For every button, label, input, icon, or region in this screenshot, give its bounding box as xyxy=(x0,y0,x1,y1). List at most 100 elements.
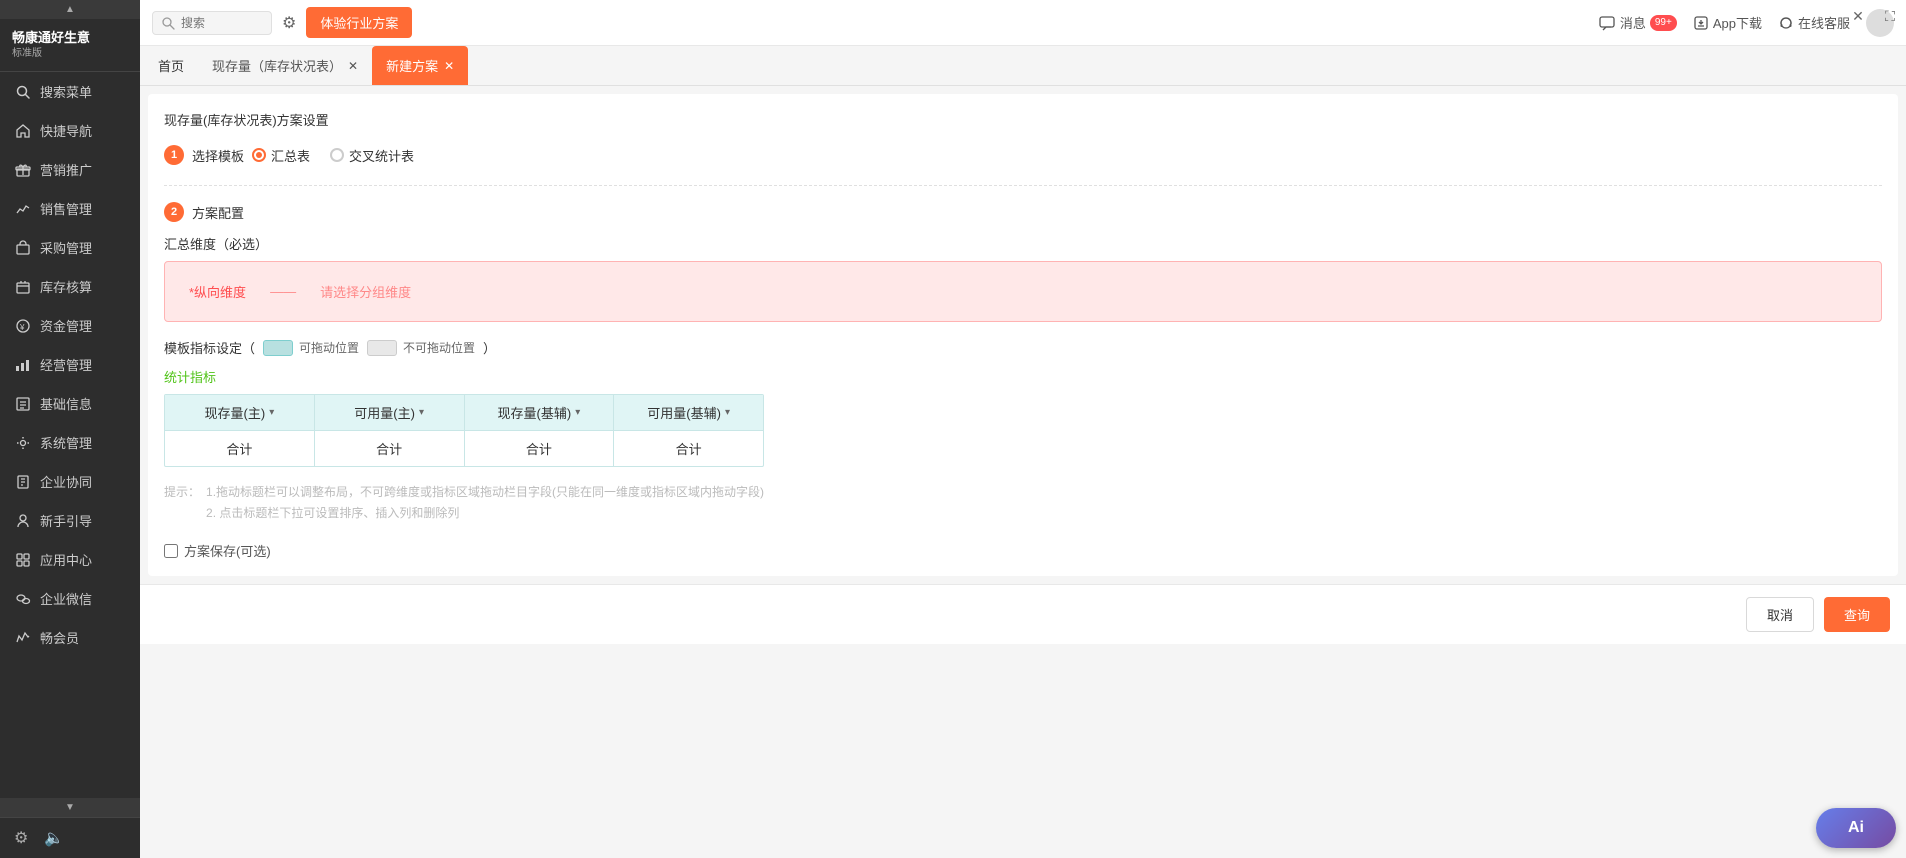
message-icon xyxy=(1598,14,1616,32)
sidebar-item-basic-info[interactable]: 基础信息 xyxy=(0,384,140,423)
sidebar-item-vip[interactable]: 畅会员 xyxy=(0,618,140,657)
tab-new-scheme-label: 新建方案 xyxy=(386,56,438,75)
chevron-down-icon-2[interactable]: ▾ xyxy=(575,407,580,418)
sidebar-scroll-up[interactable]: ▲ xyxy=(0,0,140,19)
sidebar-item-marketing[interactable]: 营销推广 xyxy=(0,150,140,189)
stats-label: 统计指标 xyxy=(164,367,1882,386)
indicator-table: 现存量(主) ▾ 可用量(主) ▾ 现存量(基辅) ▾ 可用量(基辅) xyxy=(164,394,764,467)
tab-home-label: 首页 xyxy=(158,56,184,75)
table-data-cell-2: 合计 xyxy=(465,431,615,466)
tab-inventory-close[interactable]: ✕ xyxy=(348,59,358,73)
save-checkbox[interactable] xyxy=(164,544,178,558)
dimension-box: *纵向维度 —— 请选择分组维度 xyxy=(164,261,1882,322)
search-input[interactable] xyxy=(181,16,261,30)
app-download-btn[interactable]: App下载 xyxy=(1693,13,1762,32)
sidebar-item-label: 库存核算 xyxy=(40,277,92,296)
table-data-cell-0: 合计 xyxy=(165,431,315,466)
sound-icon[interactable]: 🔈 xyxy=(44,828,64,848)
draggable-label: 可拖动位置 xyxy=(299,339,359,356)
message-badge: 99+ xyxy=(1650,15,1677,31)
chevron-down-icon-3[interactable]: ▾ xyxy=(725,407,730,418)
table-header-cell-2[interactable]: 现存量(基辅) ▾ xyxy=(465,395,615,430)
table-data-cell-1: 合计 xyxy=(315,431,465,466)
table-header-cell-0[interactable]: 现存量(主) ▾ xyxy=(165,395,315,430)
tab-new-scheme-close[interactable]: ✕ xyxy=(444,59,454,73)
search-icon xyxy=(161,16,175,30)
table-header-label-1: 可用量(主) xyxy=(354,403,415,422)
radio-summary[interactable]: 汇总表 xyxy=(252,146,310,165)
sidebar-item-system[interactable]: 系统管理 xyxy=(0,423,140,462)
table-data-cell-3: 合计 xyxy=(614,431,763,466)
sidebar-scroll-down[interactable]: ▼ xyxy=(0,798,140,817)
table-header-cell-3[interactable]: 可用量(基辅) ▾ xyxy=(614,395,763,430)
tip-item-0: 1.拖动标题栏可以调整布局，不可跨维度或指标区域拖动栏目字段(只能在同一维度或指… xyxy=(206,483,764,500)
content-wrap: 现存量(库存状况表)方案设置 1 选择模板 汇总表 交叉统计表 xyxy=(148,94,1898,576)
sidebar-item-finance[interactable]: ¥ 资金管理 xyxy=(0,306,140,345)
app-logo: 畅康通好生意 标准版 xyxy=(0,19,140,72)
sidebar-item-inventory[interactable]: 库存核算 xyxy=(0,267,140,306)
indicator-settings: 模板指标设定（ 可拖动位置 不可拖动位置 ） xyxy=(164,338,1882,357)
ai-fab-button[interactable]: Ai xyxy=(1816,808,1896,848)
non-draggable-box xyxy=(367,340,397,356)
headset-icon xyxy=(1778,15,1794,31)
chevron-down-icon-1[interactable]: ▾ xyxy=(419,407,424,418)
messages-btn[interactable]: 消息 99+ xyxy=(1598,13,1677,32)
dimension-select-hint[interactable]: 请选择分组维度 xyxy=(320,282,411,301)
enterprise-icon xyxy=(14,473,32,491)
guide-icon xyxy=(14,512,32,530)
trial-button[interactable]: 体验行业方案 xyxy=(306,7,412,38)
query-button[interactable]: 查询 xyxy=(1824,597,1890,632)
sidebar-item-enterprise[interactable]: 企业协同 xyxy=(0,462,140,501)
sidebar-item-label: 搜索菜单 xyxy=(40,82,92,101)
tab-home[interactable]: 首页 xyxy=(144,46,198,85)
sidebar-item-wechat[interactable]: 企业微信 xyxy=(0,579,140,618)
table-header-label-2: 现存量(基辅) xyxy=(498,403,572,422)
chevron-down-icon-0[interactable]: ▾ xyxy=(269,407,274,418)
sidebar-item-search-menu[interactable]: 搜索菜单 xyxy=(0,72,140,111)
online-service-btn[interactable]: 在线客服 xyxy=(1778,13,1850,32)
sidebar-item-label: 资金管理 xyxy=(40,316,92,335)
main-area: ⚙ 体验行业方案 消息 99+ App下载 在线客服 首页 现存量（库存状况表） xyxy=(140,0,1906,858)
cancel-button[interactable]: 取消 xyxy=(1746,597,1814,632)
sidebar-item-label: 应用中心 xyxy=(40,550,92,569)
tab-inventory-status[interactable]: 现存量（库存状况表） ✕ xyxy=(198,46,372,85)
radio-summary-label: 汇总表 xyxy=(271,146,310,165)
sidebar-item-purchase[interactable]: 采购管理 xyxy=(0,228,140,267)
apps-icon xyxy=(14,551,32,569)
gear-icon[interactable]: ⚙ xyxy=(282,13,296,33)
radio-cross-label: 交叉统计表 xyxy=(349,146,414,165)
indicator-settings-label: 模板指标设定（ xyxy=(164,338,255,357)
search-menu-icon xyxy=(14,83,32,101)
tip-item-1: 2. 点击标题栏下拉可设置排序、插入列和删除列 xyxy=(206,504,459,521)
step1-section: 1 选择模板 汇总表 交叉统计表 xyxy=(164,145,1882,165)
search-box[interactable] xyxy=(152,11,272,35)
sidebar-item-label: 营销推广 xyxy=(40,160,92,179)
step1-title: 选择模板 xyxy=(192,146,244,165)
sidebar-item-label: 经营管理 xyxy=(40,355,92,374)
tab-new-scheme[interactable]: 新建方案 ✕ xyxy=(372,46,468,85)
sidebar-item-quick-nav[interactable]: 快捷导航 xyxy=(0,111,140,150)
sidebar-item-sales[interactable]: 销售管理 xyxy=(0,189,140,228)
non-draggable-label: 不可拖动位置 xyxy=(403,339,475,356)
dimension-required: *纵向维度 xyxy=(189,282,246,301)
topbar: ⚙ 体验行业方案 消息 99+ App下载 在线客服 xyxy=(140,0,1906,46)
tabbar: 首页 现存量（库存状况表） ✕ 新建方案 ✕ ✕ ⛶ xyxy=(140,46,1906,86)
radio-summary-circle xyxy=(252,148,266,162)
page-area: 现存量(库存状况表)方案设置 1 选择模板 汇总表 交叉统计表 xyxy=(140,86,1906,858)
tip-label: 提示： 1.拖动标题栏可以调整布局，不可跨维度或指标区域拖动栏目字段(只能在同一… xyxy=(164,483,1882,500)
expand-btn[interactable]: ⛶ xyxy=(1874,0,1906,32)
page-footer: 取消 查询 xyxy=(140,584,1906,644)
settings-icon[interactable]: ⚙ xyxy=(14,828,28,848)
sidebar-item-app-center[interactable]: 应用中心 xyxy=(0,540,140,579)
radio-cross[interactable]: 交叉统计表 xyxy=(330,146,414,165)
home-icon xyxy=(14,122,32,140)
sidebar-item-label: 快捷导航 xyxy=(40,121,92,140)
sidebar-item-new-guide[interactable]: 新手引导 xyxy=(0,501,140,540)
table-header-label-0: 现存量(主) xyxy=(205,403,266,422)
close-btn[interactable]: ✕ xyxy=(1842,0,1874,32)
legend-non-draggable: 不可拖动位置 xyxy=(367,339,475,356)
dimension-dash: —— xyxy=(270,284,296,299)
table-header-cell-1[interactable]: 可用量(主) ▾ xyxy=(315,395,465,430)
sidebar-item-operations[interactable]: 经营管理 xyxy=(0,345,140,384)
sidebar-item-label: 销售管理 xyxy=(40,199,92,218)
